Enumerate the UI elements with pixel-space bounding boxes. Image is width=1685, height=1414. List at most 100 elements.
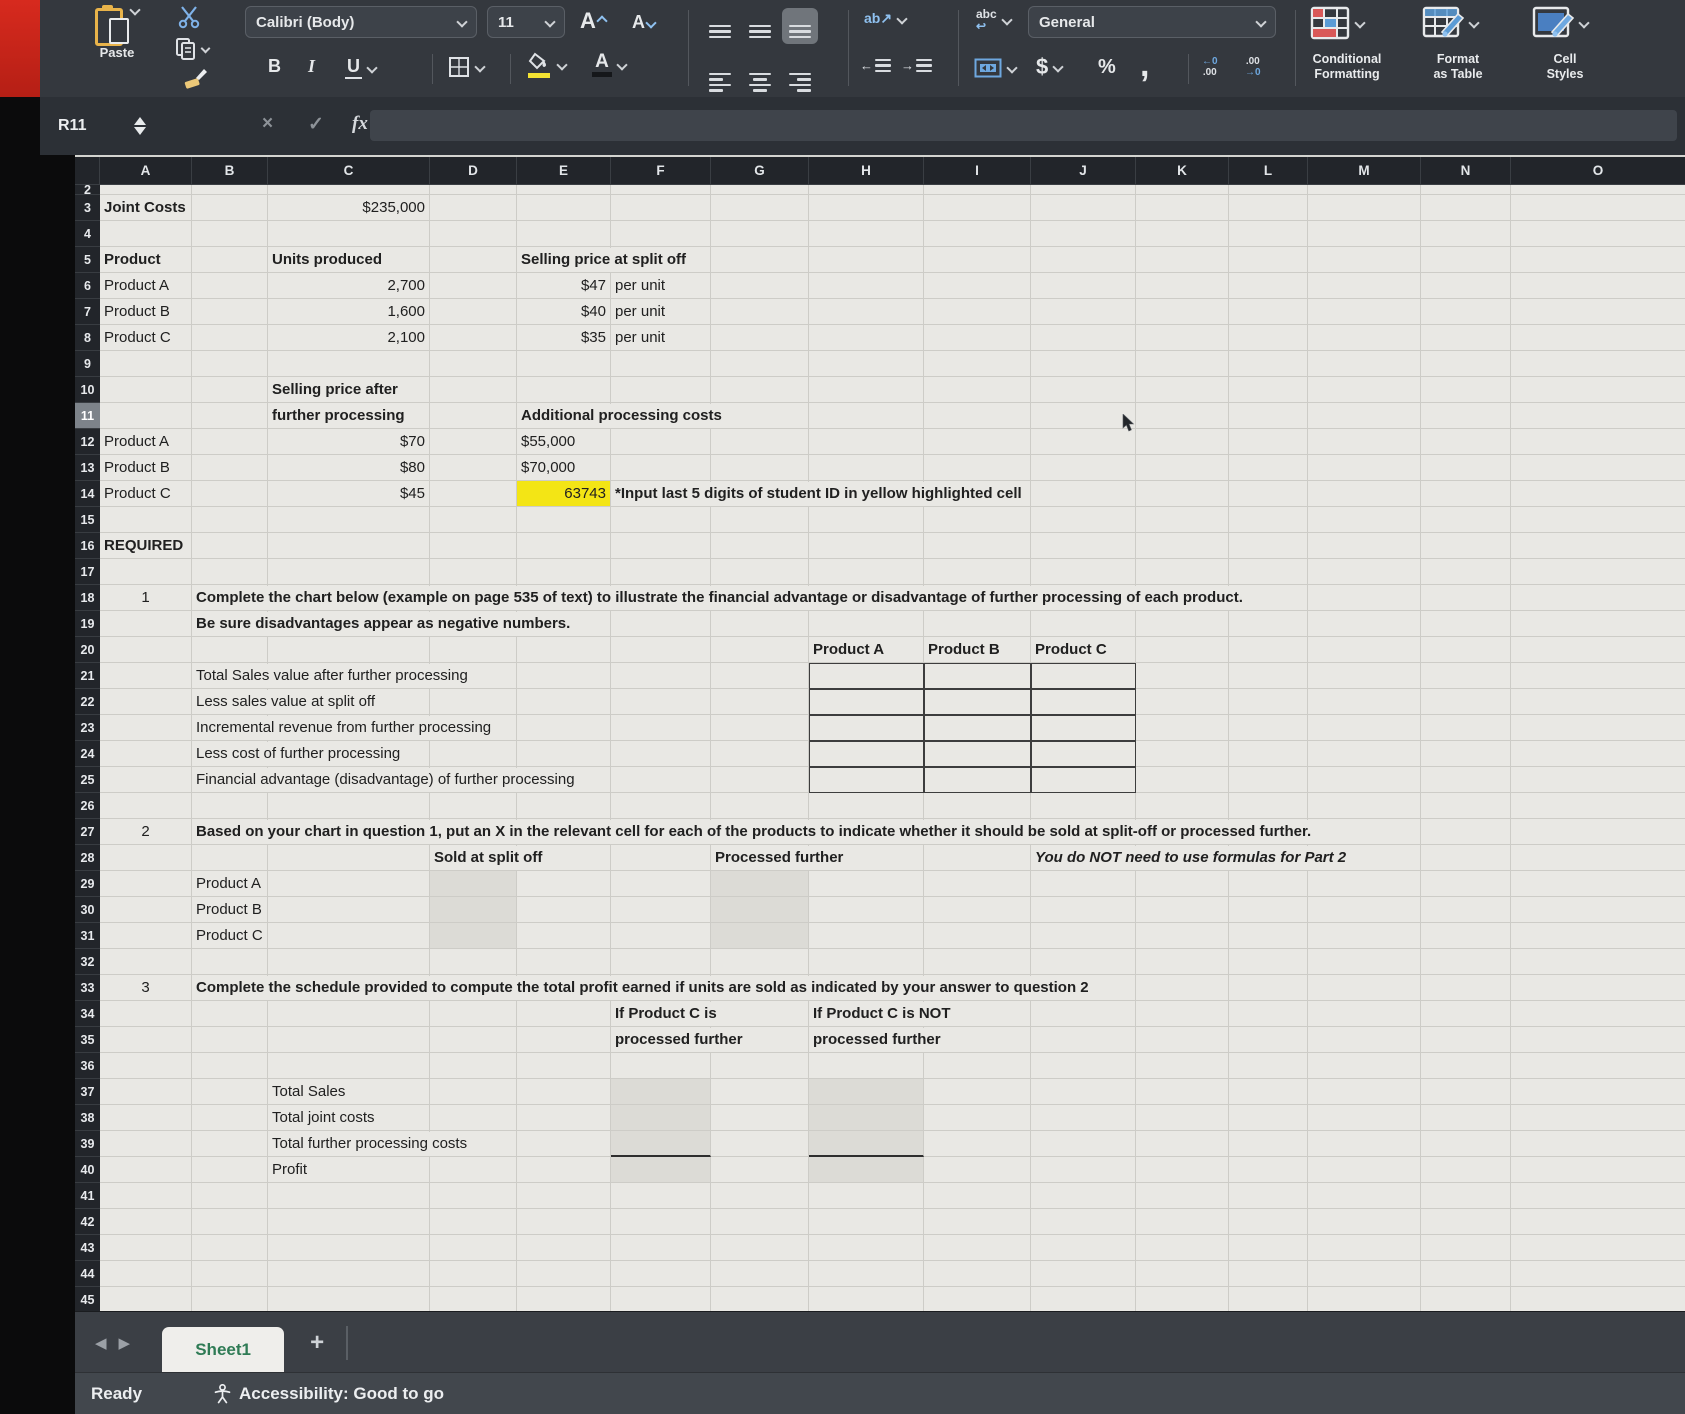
- row-header-43[interactable]: 43: [75, 1235, 100, 1261]
- cell-E37[interactable]: [517, 1079, 611, 1105]
- cell-M25[interactable]: [1308, 767, 1421, 793]
- cell-D36[interactable]: [430, 1053, 517, 1079]
- cell-N40[interactable]: [1421, 1157, 1511, 1183]
- cell-I20[interactable]: Product B: [924, 637, 1031, 663]
- cell-O32[interactable]: [1511, 949, 1685, 975]
- cell-K3[interactable]: [1136, 195, 1229, 221]
- cell-I26[interactable]: [924, 793, 1031, 819]
- column-header-L[interactable]: L: [1229, 157, 1308, 185]
- cell-O30[interactable]: [1511, 897, 1685, 923]
- cell-C5[interactable]: Units produced: [268, 247, 430, 273]
- cell-F16[interactable]: [611, 533, 711, 559]
- cell-E26[interactable]: [517, 793, 611, 819]
- cell-I41[interactable]: [924, 1183, 1031, 1209]
- row-header-22[interactable]: 22: [75, 689, 100, 715]
- cell-O2[interactable]: [1511, 185, 1685, 195]
- cell-C43[interactable]: [268, 1235, 430, 1261]
- cell-L15[interactable]: [1229, 507, 1308, 533]
- increase-decimal-button[interactable]: ←0 .00: [1202, 56, 1218, 78]
- cell-E34[interactable]: [517, 1001, 611, 1027]
- cell-K14[interactable]: [1136, 481, 1229, 507]
- column-header-E[interactable]: E: [517, 157, 611, 185]
- cell-B4[interactable]: [192, 221, 268, 247]
- cell-B9[interactable]: [192, 351, 268, 377]
- cell-K25[interactable]: [1136, 767, 1229, 793]
- cell-G41[interactable]: [711, 1183, 809, 1209]
- cell-J15[interactable]: [1031, 507, 1136, 533]
- cell-K11[interactable]: [1136, 403, 1229, 429]
- cell-N15[interactable]: [1421, 507, 1511, 533]
- cell-N23[interactable]: [1421, 715, 1511, 741]
- cell-D40[interactable]: [430, 1157, 517, 1183]
- cell-I39[interactable]: [924, 1131, 1031, 1157]
- cell-E24[interactable]: [517, 741, 611, 767]
- cell-I38[interactable]: [924, 1105, 1031, 1131]
- cell-E11[interactable]: Additional processing costs: [517, 403, 729, 429]
- cell-H44[interactable]: [809, 1261, 924, 1287]
- cell-B21[interactable]: Total Sales value after further processi…: [192, 663, 475, 689]
- cell-M14[interactable]: [1308, 481, 1421, 507]
- cell-O44[interactable]: [1511, 1261, 1685, 1287]
- cell-J24[interactable]: [1031, 741, 1136, 767]
- select-all-corner[interactable]: [75, 157, 100, 185]
- cell-D31[interactable]: [430, 923, 517, 949]
- cell-D24[interactable]: [430, 741, 517, 767]
- cell-D16[interactable]: [430, 533, 517, 559]
- cell-F45[interactable]: [611, 1287, 711, 1313]
- cell-B12[interactable]: [192, 429, 268, 455]
- cell-G21[interactable]: [711, 663, 809, 689]
- cell-E14[interactable]: 63743: [517, 481, 611, 507]
- cell-H31[interactable]: [809, 923, 924, 949]
- cell-O18[interactable]: [1511, 585, 1685, 611]
- cell-I24[interactable]: [924, 741, 1031, 767]
- cell-A19[interactable]: [100, 611, 192, 637]
- row-header-26[interactable]: 26: [75, 793, 100, 819]
- cell-M42[interactable]: [1308, 1209, 1421, 1235]
- cell-L33[interactable]: [1229, 975, 1308, 1001]
- row-header-21[interactable]: 21: [75, 663, 100, 689]
- cell-N25[interactable]: [1421, 767, 1511, 793]
- cell-M18[interactable]: [1308, 585, 1421, 611]
- cell-K23[interactable]: [1136, 715, 1229, 741]
- cell-C44[interactable]: [268, 1261, 430, 1287]
- cell-H9[interactable]: [809, 351, 924, 377]
- row-header-13[interactable]: 13: [75, 455, 100, 481]
- cell-M45[interactable]: [1308, 1287, 1421, 1313]
- cell-G29[interactable]: [711, 871, 809, 897]
- cell-B25[interactable]: Financial advantage (disadvantage) of fu…: [192, 767, 582, 793]
- cell-K31[interactable]: [1136, 923, 1229, 949]
- cell-O22[interactable]: [1511, 689, 1685, 715]
- cell-M37[interactable]: [1308, 1079, 1421, 1105]
- row-header-30[interactable]: 30: [75, 897, 100, 923]
- row-header-18[interactable]: 18: [75, 585, 100, 611]
- cell-L41[interactable]: [1229, 1183, 1308, 1209]
- cell-K9[interactable]: [1136, 351, 1229, 377]
- cell-F38[interactable]: [611, 1105, 711, 1131]
- cell-I44[interactable]: [924, 1261, 1031, 1287]
- cell-M27[interactable]: [1308, 819, 1421, 845]
- cell-M10[interactable]: [1308, 377, 1421, 403]
- cell-N36[interactable]: [1421, 1053, 1511, 1079]
- cell-I29[interactable]: [924, 871, 1031, 897]
- cell-B15[interactable]: [192, 507, 268, 533]
- cell-B20[interactable]: [192, 637, 268, 663]
- cell-K8[interactable]: [1136, 325, 1229, 351]
- cell-A10[interactable]: [100, 377, 192, 403]
- cell-O36[interactable]: [1511, 1053, 1685, 1079]
- cell-I5[interactable]: [924, 247, 1031, 273]
- cell-G19[interactable]: [711, 611, 809, 637]
- cell-H4[interactable]: [809, 221, 924, 247]
- cell-N17[interactable]: [1421, 559, 1511, 585]
- cell-N6[interactable]: [1421, 273, 1511, 299]
- cell-N33[interactable]: [1421, 975, 1511, 1001]
- cell-C35[interactable]: [268, 1027, 430, 1053]
- cell-G28[interactable]: Processed further: [711, 845, 851, 871]
- row-header-17[interactable]: 17: [75, 559, 100, 585]
- cell-H36[interactable]: [809, 1053, 924, 1079]
- cell-O8[interactable]: [1511, 325, 1685, 351]
- row-header-16[interactable]: 16: [75, 533, 100, 559]
- cell-H35[interactable]: processed further: [809, 1027, 948, 1053]
- cell-I12[interactable]: [924, 429, 1031, 455]
- cell-D10[interactable]: [430, 377, 517, 403]
- cell-N43[interactable]: [1421, 1235, 1511, 1261]
